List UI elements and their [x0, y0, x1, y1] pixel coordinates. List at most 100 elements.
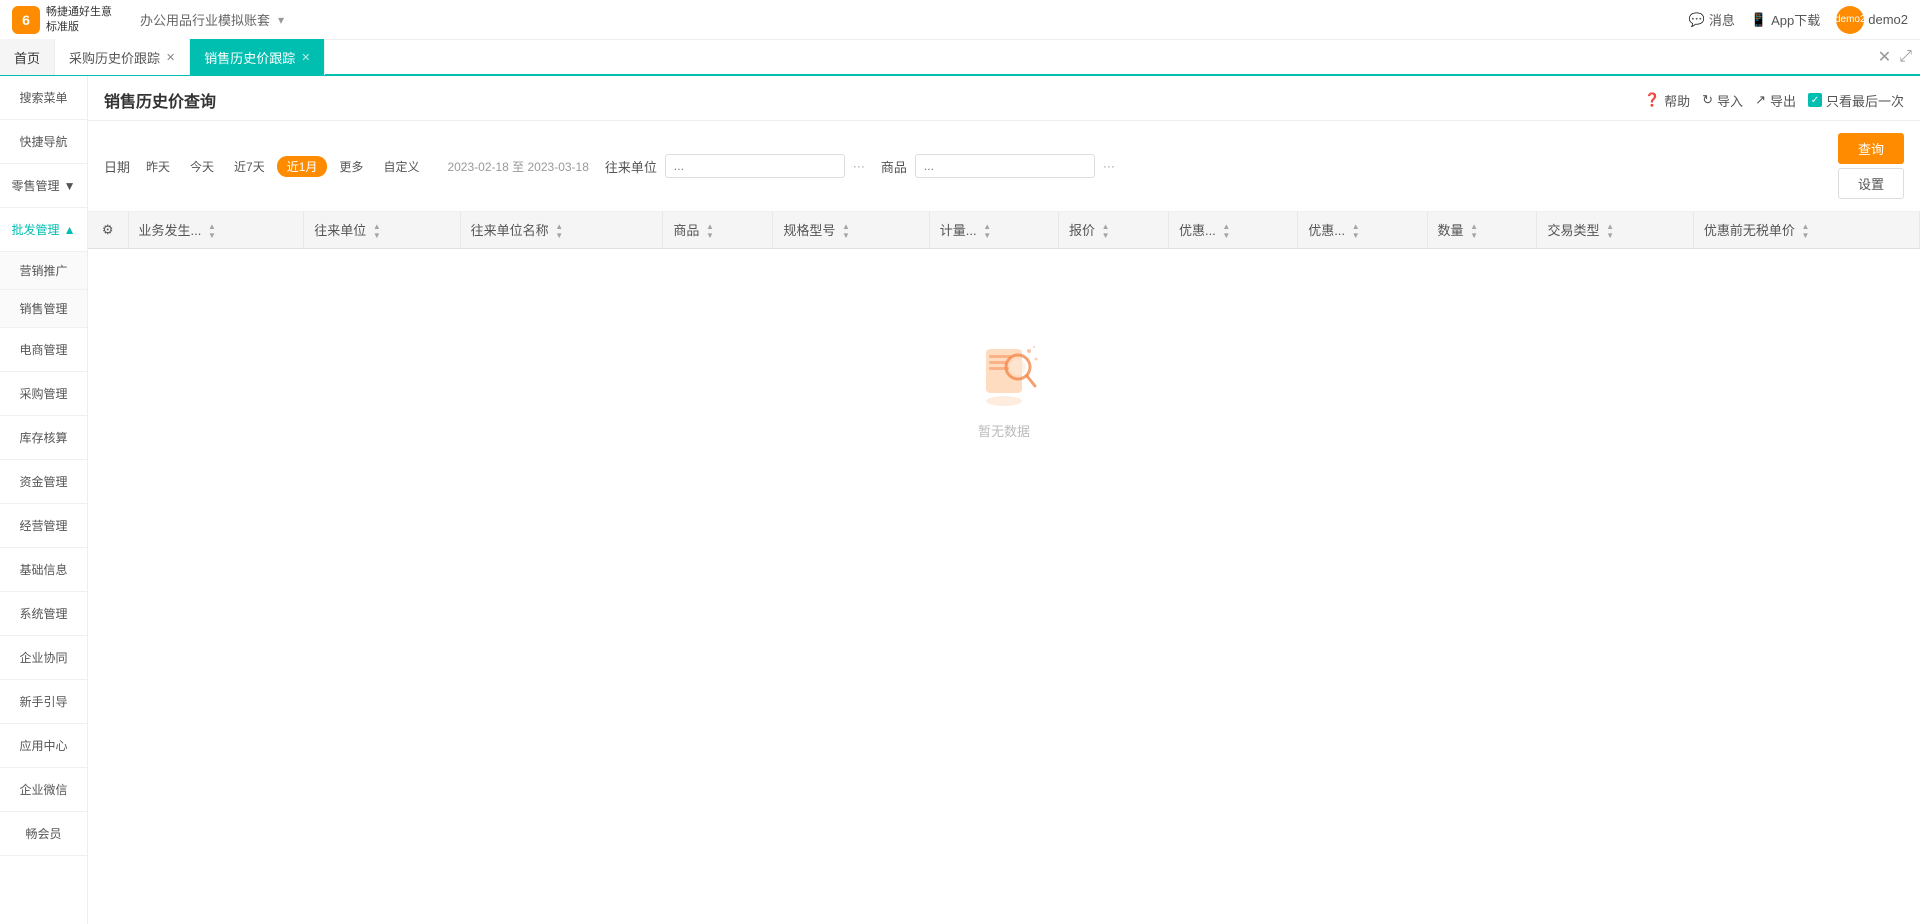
sidebar-item-marketing[interactable]: 营销推广 [0, 252, 87, 290]
tab-sales-history-close[interactable]: ✕ [301, 51, 310, 64]
col-spec[interactable]: 规格型号 ▲▼ [773, 212, 929, 249]
sort-unit-icon: ▲▼ [983, 223, 991, 240]
sidebar-member-label: 畅会员 [25, 825, 61, 842]
sidebar-item-wechat[interactable]: 企业微信 [0, 768, 87, 812]
tab-home[interactable]: 首页 [0, 39, 55, 75]
logo-area: 6 畅捷通好生意 标准版 [12, 5, 112, 34]
empty-icon [964, 329, 1044, 409]
only-last-checkbox[interactable]: ✓ [1808, 93, 1822, 107]
sidebar-item-system[interactable]: 系统管理 [0, 592, 87, 636]
app-download-btn[interactable]: 📱 App下载 [1751, 10, 1820, 29]
table-header-row: ⚙ 业务发生... ▲▼ 往来单位 ▲▼ 往来单位名称 [88, 212, 1920, 249]
header-left: 6 畅捷通好生意 标准版 办公用品行业模拟账套 ▾ [12, 5, 284, 34]
tab-home-label: 首页 [14, 48, 40, 67]
sidebar-item-sales-mgmt[interactable]: 销售管理 [0, 290, 87, 328]
col-unit[interactable]: 计量... ▲▼ [929, 212, 1058, 249]
main-layout: 搜索菜单 快捷导航 零售管理 ▼ 批发管理 ▲ 营销推广 销售管理 电商管理 采… [0, 76, 1920, 924]
sidebar-sales-mgmt-label: 销售管理 [19, 300, 67, 317]
sidebar-item-appstore[interactable]: 应用中心 [0, 724, 87, 768]
date-btn-1month[interactable]: 近1月 [277, 156, 328, 177]
sidebar-item-finance[interactable]: 资金管理 [0, 460, 87, 504]
content-area: 销售历史价查询 ❓ 帮助 ↻ 导入 ↗ 导出 ✓ [88, 76, 1920, 924]
export-btn[interactable]: ↗ 导出 [1755, 91, 1796, 110]
message-icon: 💬 [1689, 12, 1705, 28]
col-settings[interactable]: ⚙ [88, 212, 128, 249]
partner-label: 往来单位 [605, 157, 657, 176]
product-input[interactable] [915, 154, 1095, 178]
col-biz-date[interactable]: 业务发生... ▲▼ [128, 212, 304, 249]
product-filter-group: 商品 ··· [881, 154, 1115, 178]
title-dropdown-icon[interactable]: ▾ [278, 13, 284, 27]
col-partner-code[interactable]: 往来单位 ▲▼ [304, 212, 460, 249]
sidebar-system-label: 系统管理 [19, 605, 67, 622]
sidebar-item-wholesale[interactable]: 批发管理 ▲ [0, 208, 87, 252]
sort-trade-type-icon: ▲▼ [1606, 223, 1614, 240]
help-btn[interactable]: ❓ 帮助 [1644, 91, 1690, 110]
tab-purchase-history[interactable]: 采购历史价跟踪 ✕ [55, 39, 190, 75]
sidebar-item-guide[interactable]: 新手引导 [0, 680, 87, 724]
sidebar-wholesale-label: 批发管理 [12, 221, 60, 238]
query-button[interactable]: 查询 [1838, 133, 1904, 164]
sidebar-item-purchase[interactable]: 采购管理 [0, 372, 87, 416]
tab-purchase-history-close[interactable]: ✕ [166, 51, 175, 64]
sort-partner-code-icon: ▲▼ [373, 223, 381, 240]
date-range-text: 2023-02-18 至 2023-03-18 [447, 158, 588, 175]
sidebar-appstore-label: 应用中心 [19, 737, 67, 754]
query-actions: 查询 设置 [1838, 133, 1904, 199]
filter-area: 日期 昨天 今天 近7天 近1月 更多 自定义 2023-02-18 至 202… [88, 121, 1920, 212]
sidebar-item-retail[interactable]: 零售管理 ▼ [0, 164, 87, 208]
sidebar-item-member[interactable]: 畅会员 [0, 812, 87, 856]
col-discount1[interactable]: 优惠... ▲▼ [1168, 212, 1297, 249]
col-trade-type[interactable]: 交易类型 ▲▼ [1537, 212, 1693, 249]
tab-bar: 首页 采购历史价跟踪 ✕ 销售历史价跟踪 ✕ ✕ ⤢ [0, 40, 1920, 76]
date-btn-more[interactable]: 更多 [331, 156, 371, 177]
date-filter-group: 日期 昨天 今天 近7天 近1月 更多 自定义 [104, 156, 427, 177]
sidebar-item-ecommerce[interactable]: 电商管理 [0, 328, 87, 372]
sidebar-item-basic[interactable]: 基础信息 [0, 548, 87, 592]
product-more-icon[interactable]: ··· [1103, 159, 1115, 173]
sidebar-item-inventory[interactable]: 库存核算 [0, 416, 87, 460]
sidebar-ecommerce-label: 电商管理 [19, 341, 67, 358]
date-btn-yesterday[interactable]: 昨天 [138, 156, 178, 177]
date-btn-custom[interactable]: 自定义 [375, 156, 427, 177]
col-discount2[interactable]: 优惠... ▲▼ [1298, 212, 1427, 249]
data-table: ⚙ 业务发生... ▲▼ 往来单位 ▲▼ 往来单位名称 [88, 212, 1920, 249]
date-btn-today[interactable]: 今天 [182, 156, 222, 177]
tab-sales-history[interactable]: 销售历史价跟踪 ✕ [190, 39, 325, 75]
col-quantity[interactable]: 数量 ▲▼ [1427, 212, 1537, 249]
date-btn-7days[interactable]: 近7天 [226, 156, 273, 177]
col-product[interactable]: 商品 ▲▼ [663, 212, 773, 249]
only-last-checkbox-group[interactable]: ✓ 只看最后一次 [1808, 91, 1904, 110]
product-label: 商品 [881, 157, 907, 176]
col-partner-name[interactable]: 往来单位名称 ▲▼ [460, 212, 663, 249]
import-btn[interactable]: ↻ 导入 [1702, 91, 1743, 110]
col-price[interactable]: 报价 ▲▼ [1059, 212, 1169, 249]
message-btn[interactable]: 💬 消息 [1689, 10, 1735, 29]
wholesale-arrow-icon: ▲ [64, 223, 76, 237]
sidebar-item-operations[interactable]: 经营管理 [0, 504, 87, 548]
sidebar-item-search[interactable]: 搜索菜单 [0, 76, 87, 120]
avatar: demo2 [1836, 6, 1864, 34]
user-profile-btn[interactable]: demo2 demo2 [1836, 6, 1908, 34]
tab-purchase-history-label: 采购历史价跟踪 [69, 48, 160, 67]
app-title: 办公用品行业模拟账套 [140, 10, 270, 29]
tab-maximize-btn[interactable]: ⤢ [1899, 48, 1912, 66]
col-pretax-price[interactable]: 优惠前无税单价 ▲▼ [1693, 212, 1919, 249]
sidebar-marketing-label: 营销推广 [19, 262, 67, 279]
sidebar-item-enterprise[interactable]: 企业协同 [0, 636, 87, 680]
tab-close-all-btn[interactable]: ✕ [1878, 47, 1891, 67]
help-icon: ❓ [1644, 92, 1660, 108]
export-icon: ↗ [1755, 92, 1766, 108]
date-range-display: 2023-02-18 至 2023-03-18 [443, 158, 588, 175]
retail-arrow-icon: ▼ [64, 179, 76, 193]
sidebar-inventory-label: 库存核算 [19, 429, 67, 446]
date-label: 日期 [104, 157, 130, 176]
partner-more-icon[interactable]: ··· [853, 159, 865, 173]
import-icon: ↻ [1702, 92, 1713, 108]
settings-button[interactable]: 设置 [1838, 168, 1904, 199]
phone-icon: 📱 [1751, 12, 1767, 28]
sort-discount2-icon: ▲▼ [1352, 223, 1360, 240]
sidebar-item-shortcuts[interactable]: 快捷导航 [0, 120, 87, 164]
sort-partner-name-icon: ▲▼ [555, 223, 563, 240]
partner-input[interactable] [665, 154, 845, 178]
